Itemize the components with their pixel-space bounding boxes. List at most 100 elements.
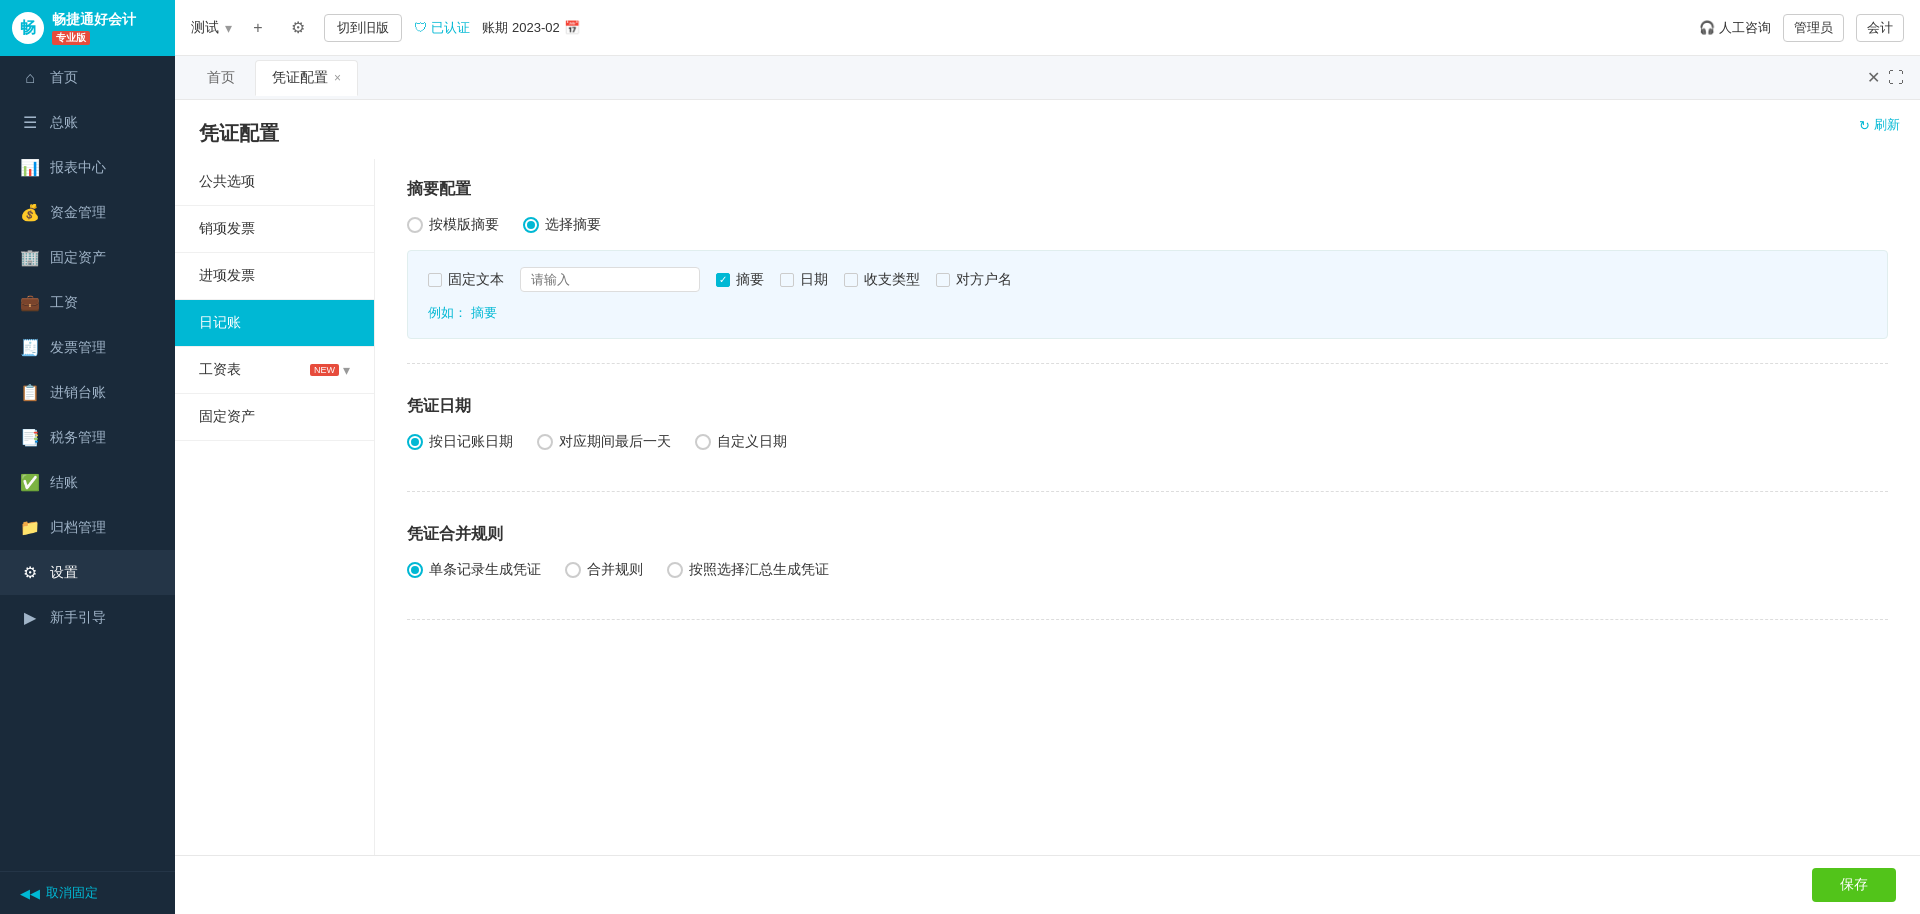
sidebar-item-invoice[interactable]: 🧾 发票管理 (0, 325, 175, 370)
sidebar: 畅 畅捷通好会计 专业版 ⌂ 首页 ☰ 总账 📊 报表中心 💰 资金管理 🏢 固… (0, 0, 175, 914)
fixed-text-label: 固定文本 (448, 271, 504, 289)
config-nav: 公共选项 销项发票 进项发票 日记账 工资表 NEW (175, 159, 375, 914)
nav-item-diary[interactable]: 日记账 (175, 300, 374, 347)
radio-diary-date[interactable]: 按日记账日期 (407, 433, 513, 451)
nav-item-public[interactable]: 公共选项 (175, 159, 374, 206)
checkbox-fixed-text[interactable]: 固定文本 (428, 271, 504, 289)
radio-circle-aggregate (667, 562, 683, 578)
save-button[interactable]: 保存 (1812, 868, 1896, 902)
checkbox-payment-type[interactable]: 收支类型 (844, 271, 920, 289)
checkbox-counterparty[interactable]: 对方户名 (936, 271, 1012, 289)
accountant-btn[interactable]: 会计 (1856, 14, 1904, 42)
sidebar-item-home[interactable]: ⌂ 首页 (0, 56, 175, 100)
sidebar-item-purchase[interactable]: 📋 进销台账 (0, 370, 175, 415)
tab-home-label: 首页 (207, 69, 235, 87)
settings-btn[interactable]: ⚙ (284, 14, 312, 42)
topbar-project: 测试 ▾ (191, 19, 232, 37)
add-btn[interactable]: + (244, 14, 272, 42)
sidebar-item-label: 税务管理 (50, 429, 106, 447)
summary-radio-group: 按模版摘要 选择摘要 (407, 216, 1888, 234)
sidebar-item-fund[interactable]: 💰 资金管理 (0, 190, 175, 235)
nav-item-sales[interactable]: 销项发票 (175, 206, 374, 253)
summary-config-row: 固定文本 ✓ 摘要 日期 (428, 267, 1867, 292)
manager-btn[interactable]: 管理员 (1783, 14, 1844, 42)
sidebar-item-label: 归档管理 (50, 519, 106, 537)
checkbox-summary-label: 摘要 (736, 271, 764, 289)
radio-label: 自定义日期 (717, 433, 787, 451)
tab-home[interactable]: 首页 (191, 61, 251, 95)
radio-aggregate[interactable]: 按照选择汇总生成凭证 (667, 561, 829, 579)
radio-custom-date[interactable]: 自定义日期 (695, 433, 787, 451)
checkbox-date-label: 日期 (800, 271, 828, 289)
sidebar-logo: 畅 畅捷通好会计 专业版 (0, 0, 175, 56)
checkbox-square-counterparty (936, 273, 950, 287)
window-expand-icon[interactable]: ⛶ (1888, 69, 1904, 87)
report-icon: 📊 (20, 158, 40, 177)
merge-section: 凭证合并规则 单条记录生成凭证 合并规则 (407, 524, 1888, 620)
radio-merge-rule[interactable]: 合并规则 (565, 561, 643, 579)
nav-item-purchase[interactable]: 进项发票 (175, 253, 374, 300)
sidebar-item-tax[interactable]: 📑 税务管理 (0, 415, 175, 460)
sidebar-item-asset[interactable]: 🏢 固定资产 (0, 235, 175, 280)
merge-radio-group: 单条记录生成凭证 合并规则 按照选择汇总生成凭证 (407, 561, 1888, 579)
topbar: 测试 ▾ + ⚙ 切到旧版 🛡 已认证 账期 2023-02 📅 🎧 人工咨询 … (175, 0, 1920, 56)
radio-label: 合并规则 (587, 561, 643, 579)
sidebar-item-ledger[interactable]: ☰ 总账 (0, 100, 175, 145)
tab-voucher-config[interactable]: 凭证配置 × (255, 60, 358, 96)
consult-btn[interactable]: 🎧 人工咨询 (1699, 19, 1771, 37)
radio-circle-period (537, 434, 553, 450)
sidebar-item-report[interactable]: 📊 报表中心 (0, 145, 175, 190)
guide-icon: ▶ (20, 608, 40, 627)
new-badge: NEW (310, 364, 339, 376)
tab-close-icon[interactable]: × (334, 71, 341, 85)
refresh-btn[interactable]: ↻ 刷新 (1859, 116, 1900, 134)
page-container: 凭证配置 ↻ 刷新 公共选项 销项发票 进项发票 (175, 100, 1920, 914)
config-content: 摘要配置 按模版摘要 选择摘要 (375, 159, 1920, 914)
cancel-fixed-label: 取消固定 (46, 884, 98, 902)
period-value: 2023-02 (512, 20, 560, 35)
chevron-down-icon[interactable]: ▾ (225, 20, 232, 36)
certified-text: 已认证 (431, 19, 470, 37)
cancel-fixed-btn[interactable]: ◀◀ 取消固定 (0, 871, 175, 914)
calendar-icon[interactable]: 📅 (564, 20, 580, 35)
sidebar-item-salary[interactable]: 💼 工资 (0, 280, 175, 325)
tab-voucher-label: 凭证配置 (272, 69, 328, 87)
window-close-icon[interactable]: ✕ (1867, 68, 1880, 87)
sidebar-item-label: 发票管理 (50, 339, 106, 357)
checkbox-date[interactable]: 日期 (780, 271, 828, 289)
radio-single-record[interactable]: 单条记录生成凭证 (407, 561, 541, 579)
chevron-down-icon: ▾ (343, 362, 350, 378)
nav-item-label: 工资表 (199, 361, 241, 379)
radio-template-summary[interactable]: 按模版摘要 (407, 216, 499, 234)
sidebar-item-label: 首页 (50, 69, 78, 87)
nav-item-label: 进项发票 (199, 267, 255, 283)
logo-icon: 畅 (12, 12, 44, 44)
nav-item-label: 销项发票 (199, 220, 255, 236)
inner-layout: 公共选项 销项发票 进项发票 日记账 工资表 NEW (175, 159, 1920, 914)
nav-item-asset[interactable]: 固定资产 (175, 394, 374, 441)
sidebar-item-archive[interactable]: 📁 归档管理 (0, 505, 175, 550)
checkbox-summary[interactable]: ✓ 摘要 (716, 271, 764, 289)
refresh-text: 刷新 (1874, 116, 1900, 134)
radio-select-summary[interactable]: 选择摘要 (523, 216, 601, 234)
settings-icon: ⚙ (20, 563, 40, 582)
sidebar-item-guide[interactable]: ▶ 新手引导 (0, 595, 175, 640)
sidebar-item-settings[interactable]: ⚙ 设置 (0, 550, 175, 595)
sidebar-item-label: 资金管理 (50, 204, 106, 222)
nav-item-salary[interactable]: 工资表 NEW ▾ (175, 347, 374, 394)
switch-version-btn[interactable]: 切到旧版 (324, 14, 402, 42)
home-icon: ⌂ (20, 69, 40, 87)
main-area: 测试 ▾ + ⚙ 切到旧版 🛡 已认证 账期 2023-02 📅 🎧 人工咨询 … (175, 0, 1920, 914)
sidebar-scroll: ⌂ 首页 ☰ 总账 📊 报表中心 💰 资金管理 🏢 固定资产 💼 工资 🧾 发票… (0, 56, 175, 871)
radio-label: 按照选择汇总生成凭证 (689, 561, 829, 579)
radio-period-last[interactable]: 对应期间最后一天 (537, 433, 671, 451)
sidebar-item-close[interactable]: ✅ 结账 (0, 460, 175, 505)
archive-icon: 📁 (20, 518, 40, 537)
date-title: 凭证日期 (407, 396, 1888, 417)
fixed-text-input[interactable] (520, 267, 700, 292)
radio-label: 按模版摘要 (429, 216, 499, 234)
page-title: 凭证配置 (199, 120, 1896, 147)
radio-circle-diary (407, 434, 423, 450)
radio-circle-merge (565, 562, 581, 578)
save-bar: 保存 (175, 855, 1920, 914)
